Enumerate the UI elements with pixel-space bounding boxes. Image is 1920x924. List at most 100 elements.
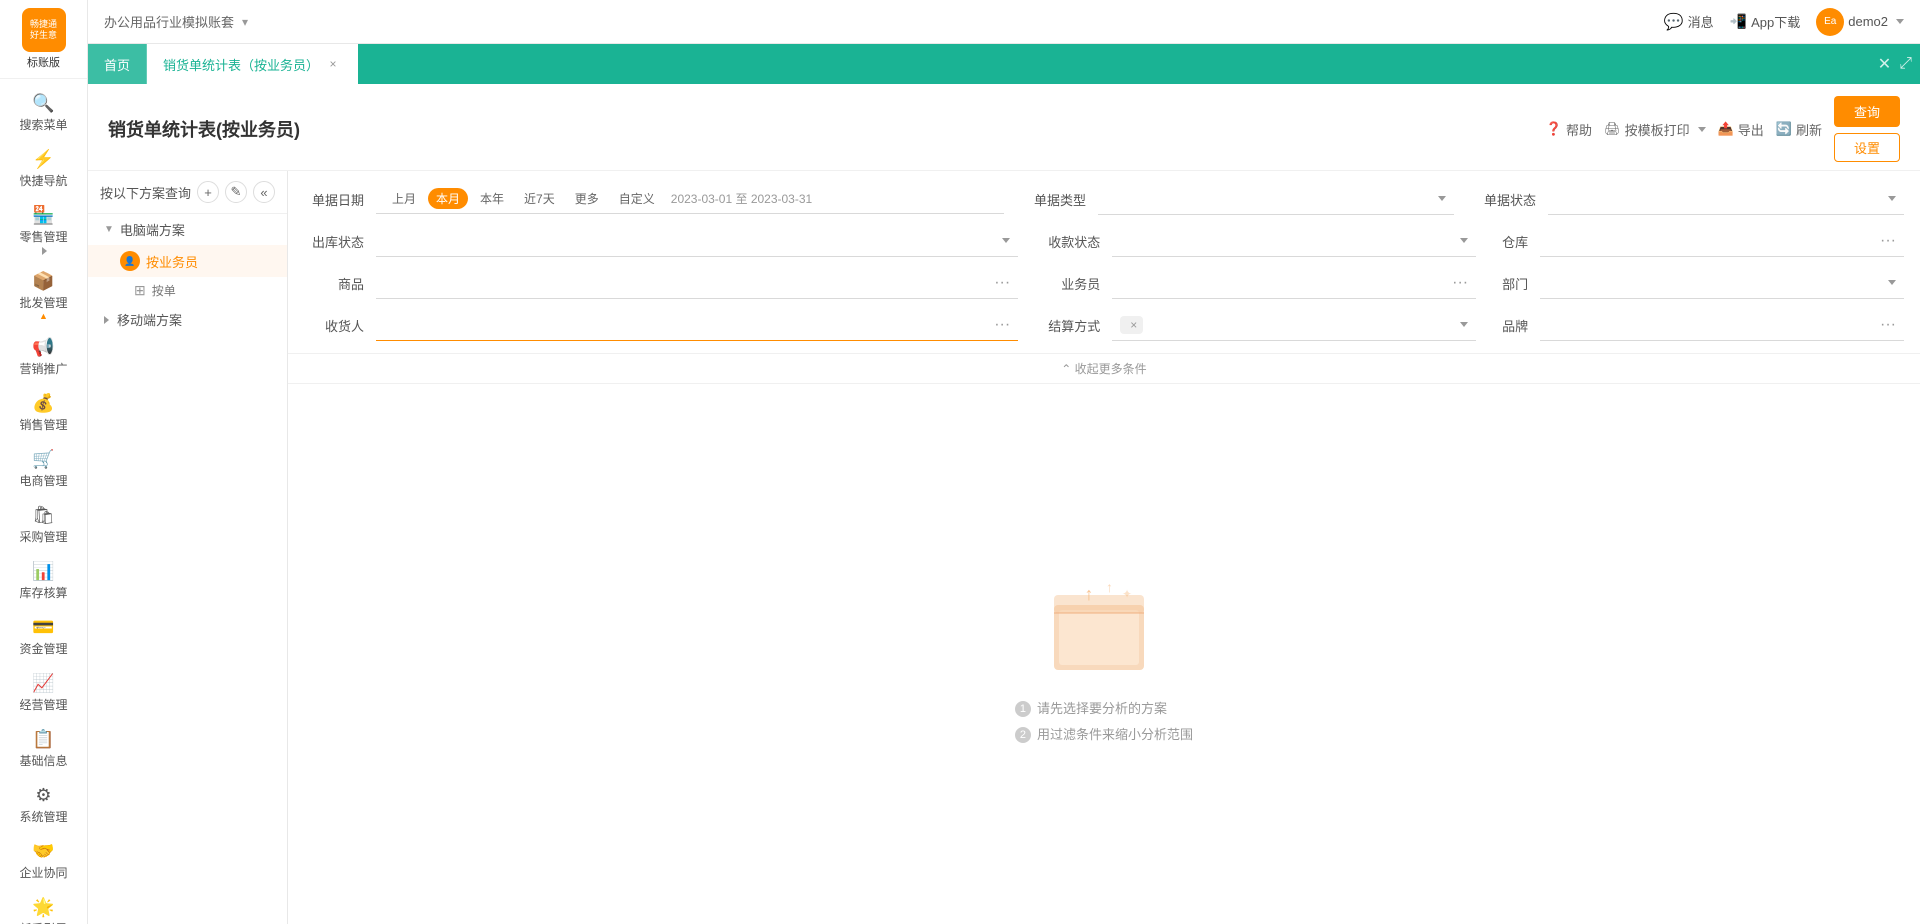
print-dropdown-icon <box>1698 127 1706 132</box>
payment-method-field[interactable]: × <box>1112 309 1476 341</box>
payment-tag-remove[interactable]: × <box>1130 318 1137 332</box>
sidebar-item-enterprise[interactable]: 🤝 企业协同 <box>0 833 87 889</box>
tree-group-mobile[interactable]: 移动端方案 <box>88 304 287 335</box>
sales-icon: 💰 <box>32 393 54 414</box>
sidebar-label-retail: 零售管理 <box>19 228 67 245</box>
refresh-button[interactable]: 🔄 刷新 <box>1776 120 1822 139</box>
sidebar-item-sales[interactable]: 💰 销售管理 <box>0 385 87 441</box>
consignee-field[interactable]: ··· <box>376 309 1018 341</box>
sidebar-label-system: 系统管理 <box>19 808 67 825</box>
bill-status-caret <box>1888 196 1896 201</box>
date-filter[interactable]: 上月 本月 本年 近7天 更多 自定义 2023-03-01 至 2023-03… <box>376 184 1004 214</box>
payment-method-label: 结算方式 <box>1030 316 1100 335</box>
bill-type-caret <box>1438 196 1446 201</box>
sidebar-item-basic-info[interactable]: 📋 基础信息 <box>0 721 87 777</box>
export-label: 导出 <box>1738 120 1764 139</box>
warehouse-field[interactable]: ··· <box>1540 225 1904 257</box>
sidebar-item-new-guide[interactable]: 🌟 新手引导 <box>0 889 87 924</box>
help-button[interactable]: ❓ 帮助 <box>1546 120 1592 139</box>
sidebar-item-operations[interactable]: 📈 经营管理 <box>0 665 87 721</box>
sidebar-label-finance: 资金管理 <box>19 640 67 657</box>
page-title: 销货单统计表(按业务员) <box>108 116 300 142</box>
export-button[interactable]: 📤 导出 <box>1718 120 1764 139</box>
app-download-button[interactable]: 📲 App下载 <box>1730 12 1801 31</box>
tree-sub-by-order-label: 按单 <box>152 282 176 299</box>
payment-caret <box>1460 322 1468 327</box>
filter-area: 单据日期 上月 本月 本年 近7天 更多 自定义 2023-03-01 至 20… <box>288 171 1920 354</box>
out-status-field[interactable] <box>376 225 1018 257</box>
dept-caret <box>1888 280 1896 285</box>
filter-row-1: 单据日期 上月 本月 本年 近7天 更多 自定义 2023-03-01 至 20… <box>304 183 1904 215</box>
tab-close-button[interactable]: × <box>325 56 341 72</box>
main-area: 办公用品行业模拟账套 ▾ 💬 消息 📲 App下载 Ea demo2 首页 <box>88 0 1920 924</box>
tab-sales-stat[interactable]: 销货单统计表（按业务员） × <box>147 44 358 84</box>
salesperson-field[interactable]: ··· <box>1112 267 1476 299</box>
sidebar-item-ecommerce[interactable]: 🛒 电商管理 <box>0 441 87 497</box>
topbar-dropdown-icon[interactable]: ▾ <box>242 15 248 29</box>
tree-arrow-desktop: ▼ <box>104 224 114 235</box>
warehouse-dots: ··· <box>1880 233 1896 249</box>
page-actions: ❓ 帮助 🖨 按模板打印 📤 导出 🔄 刷新 <box>1546 120 1822 139</box>
topbar: 办公用品行业模拟账套 ▾ 💬 消息 📲 App下载 Ea demo2 <box>88 0 1920 44</box>
collapse-panel-button[interactable]: « <box>253 181 275 203</box>
sidebar-item-inventory[interactable]: 📊 库存核算 <box>0 553 87 609</box>
wholesale-expand-indicator: ▲ <box>39 311 48 321</box>
brand-field[interactable]: ··· <box>1540 309 1904 341</box>
bill-type-field[interactable] <box>1098 183 1454 215</box>
date-tab-last-month[interactable]: 上月 <box>384 188 424 209</box>
brand-label: 品牌 <box>1488 316 1528 335</box>
sidebar-item-purchase[interactable]: 🛍 采购管理 <box>0 497 87 553</box>
tree-group-desktop[interactable]: ▼ 电脑端方案 <box>88 214 287 245</box>
left-panel-title: 按以下方案查询 <box>100 183 191 202</box>
tree-child-salesperson[interactable]: 👤 按业务员 <box>88 245 287 277</box>
tab-close-all-button[interactable]: ✕ <box>1878 54 1891 74</box>
tabbar: 首页 销货单统计表（按业务员） × ✕ ⤢ <box>88 44 1920 84</box>
sidebar-item-marketing[interactable]: 📢 营销推广 <box>0 329 87 385</box>
sidebar-label-new-guide: 新手引导 <box>19 920 67 924</box>
goods-field[interactable]: ··· <box>376 267 1018 299</box>
tab-home[interactable]: 首页 <box>88 44 147 84</box>
date-tab-custom[interactable]: 自定义 <box>611 188 663 209</box>
filter-row-3: 商品 ··· 业务员 ··· 部门 <box>304 267 1904 299</box>
sidebar-label-inventory: 库存核算 <box>19 584 67 601</box>
message-icon: 💬 <box>1664 12 1684 32</box>
enterprise-icon: 🤝 <box>32 841 54 862</box>
print-label: 按模板打印 <box>1625 120 1690 139</box>
messages-button[interactable]: 💬 消息 <box>1664 12 1714 32</box>
topbar-left: 办公用品行业模拟账套 ▾ <box>104 12 248 31</box>
query-button[interactable]: 查询 <box>1834 96 1900 127</box>
left-panel: 按以下方案查询 + ✎ « ▼ 电脑端方案 👤 按业务员 <box>88 171 288 924</box>
user-profile[interactable]: Ea demo2 <box>1816 8 1904 36</box>
collapse-bar[interactable]: ⌃ 收起更多条件 <box>288 354 1920 384</box>
salesperson-dot-icon: 👤 <box>124 256 135 267</box>
sidebar-item-search[interactable]: 🔍 搜索菜单 <box>0 85 87 141</box>
date-tab-last-7-days[interactable]: 近7天 <box>516 188 563 209</box>
edit-scheme-button[interactable]: ✎ <box>225 181 247 203</box>
date-tab-this-month[interactable]: 本月 <box>428 188 468 209</box>
grid-icon: ⊞ <box>134 282 146 299</box>
sidebar-item-finance[interactable]: 💳 资金管理 <box>0 609 87 665</box>
empty-illustration: ↑ ↑ ✦ <box>1034 560 1174 680</box>
receive-status-field[interactable] <box>1112 225 1476 257</box>
sidebar-item-wholesale[interactable]: 📦 批发管理 ▲ <box>0 263 87 329</box>
sidebar-item-system[interactable]: ⚙ 系统管理 <box>0 777 87 833</box>
app-download-icon: 📲 <box>1730 13 1747 30</box>
sidebar-label-basic-info: 基础信息 <box>19 752 67 769</box>
sidebar-item-retail[interactable]: 🏪 零售管理 <box>0 197 87 263</box>
date-tab-more[interactable]: 更多 <box>567 188 607 209</box>
bill-type-label: 单据类型 <box>1016 190 1086 209</box>
sidebar-item-quick-nav[interactable]: ⚡ 快捷导航 <box>0 141 87 197</box>
date-tab-this-year[interactable]: 本年 <box>472 188 512 209</box>
system-icon: ⚙ <box>35 785 51 806</box>
print-button[interactable]: 🖨 按模板打印 <box>1604 120 1706 139</box>
settings-button[interactable]: 设置 <box>1834 133 1900 162</box>
tree-sub-by-order[interactable]: ⊞ 按单 <box>88 277 287 304</box>
add-scheme-button[interactable]: + <box>197 181 219 203</box>
dept-field[interactable] <box>1540 267 1904 299</box>
username-label: demo2 <box>1848 14 1888 29</box>
bill-status-field[interactable] <box>1548 183 1904 215</box>
filter-row-4: 收货人 ··· 结算方式 × 品牌 <box>304 309 1904 341</box>
payment-tag: × <box>1120 316 1143 334</box>
tab-expand-button[interactable]: ⤢ <box>1899 55 1912 73</box>
goods-dots: ··· <box>994 275 1010 291</box>
